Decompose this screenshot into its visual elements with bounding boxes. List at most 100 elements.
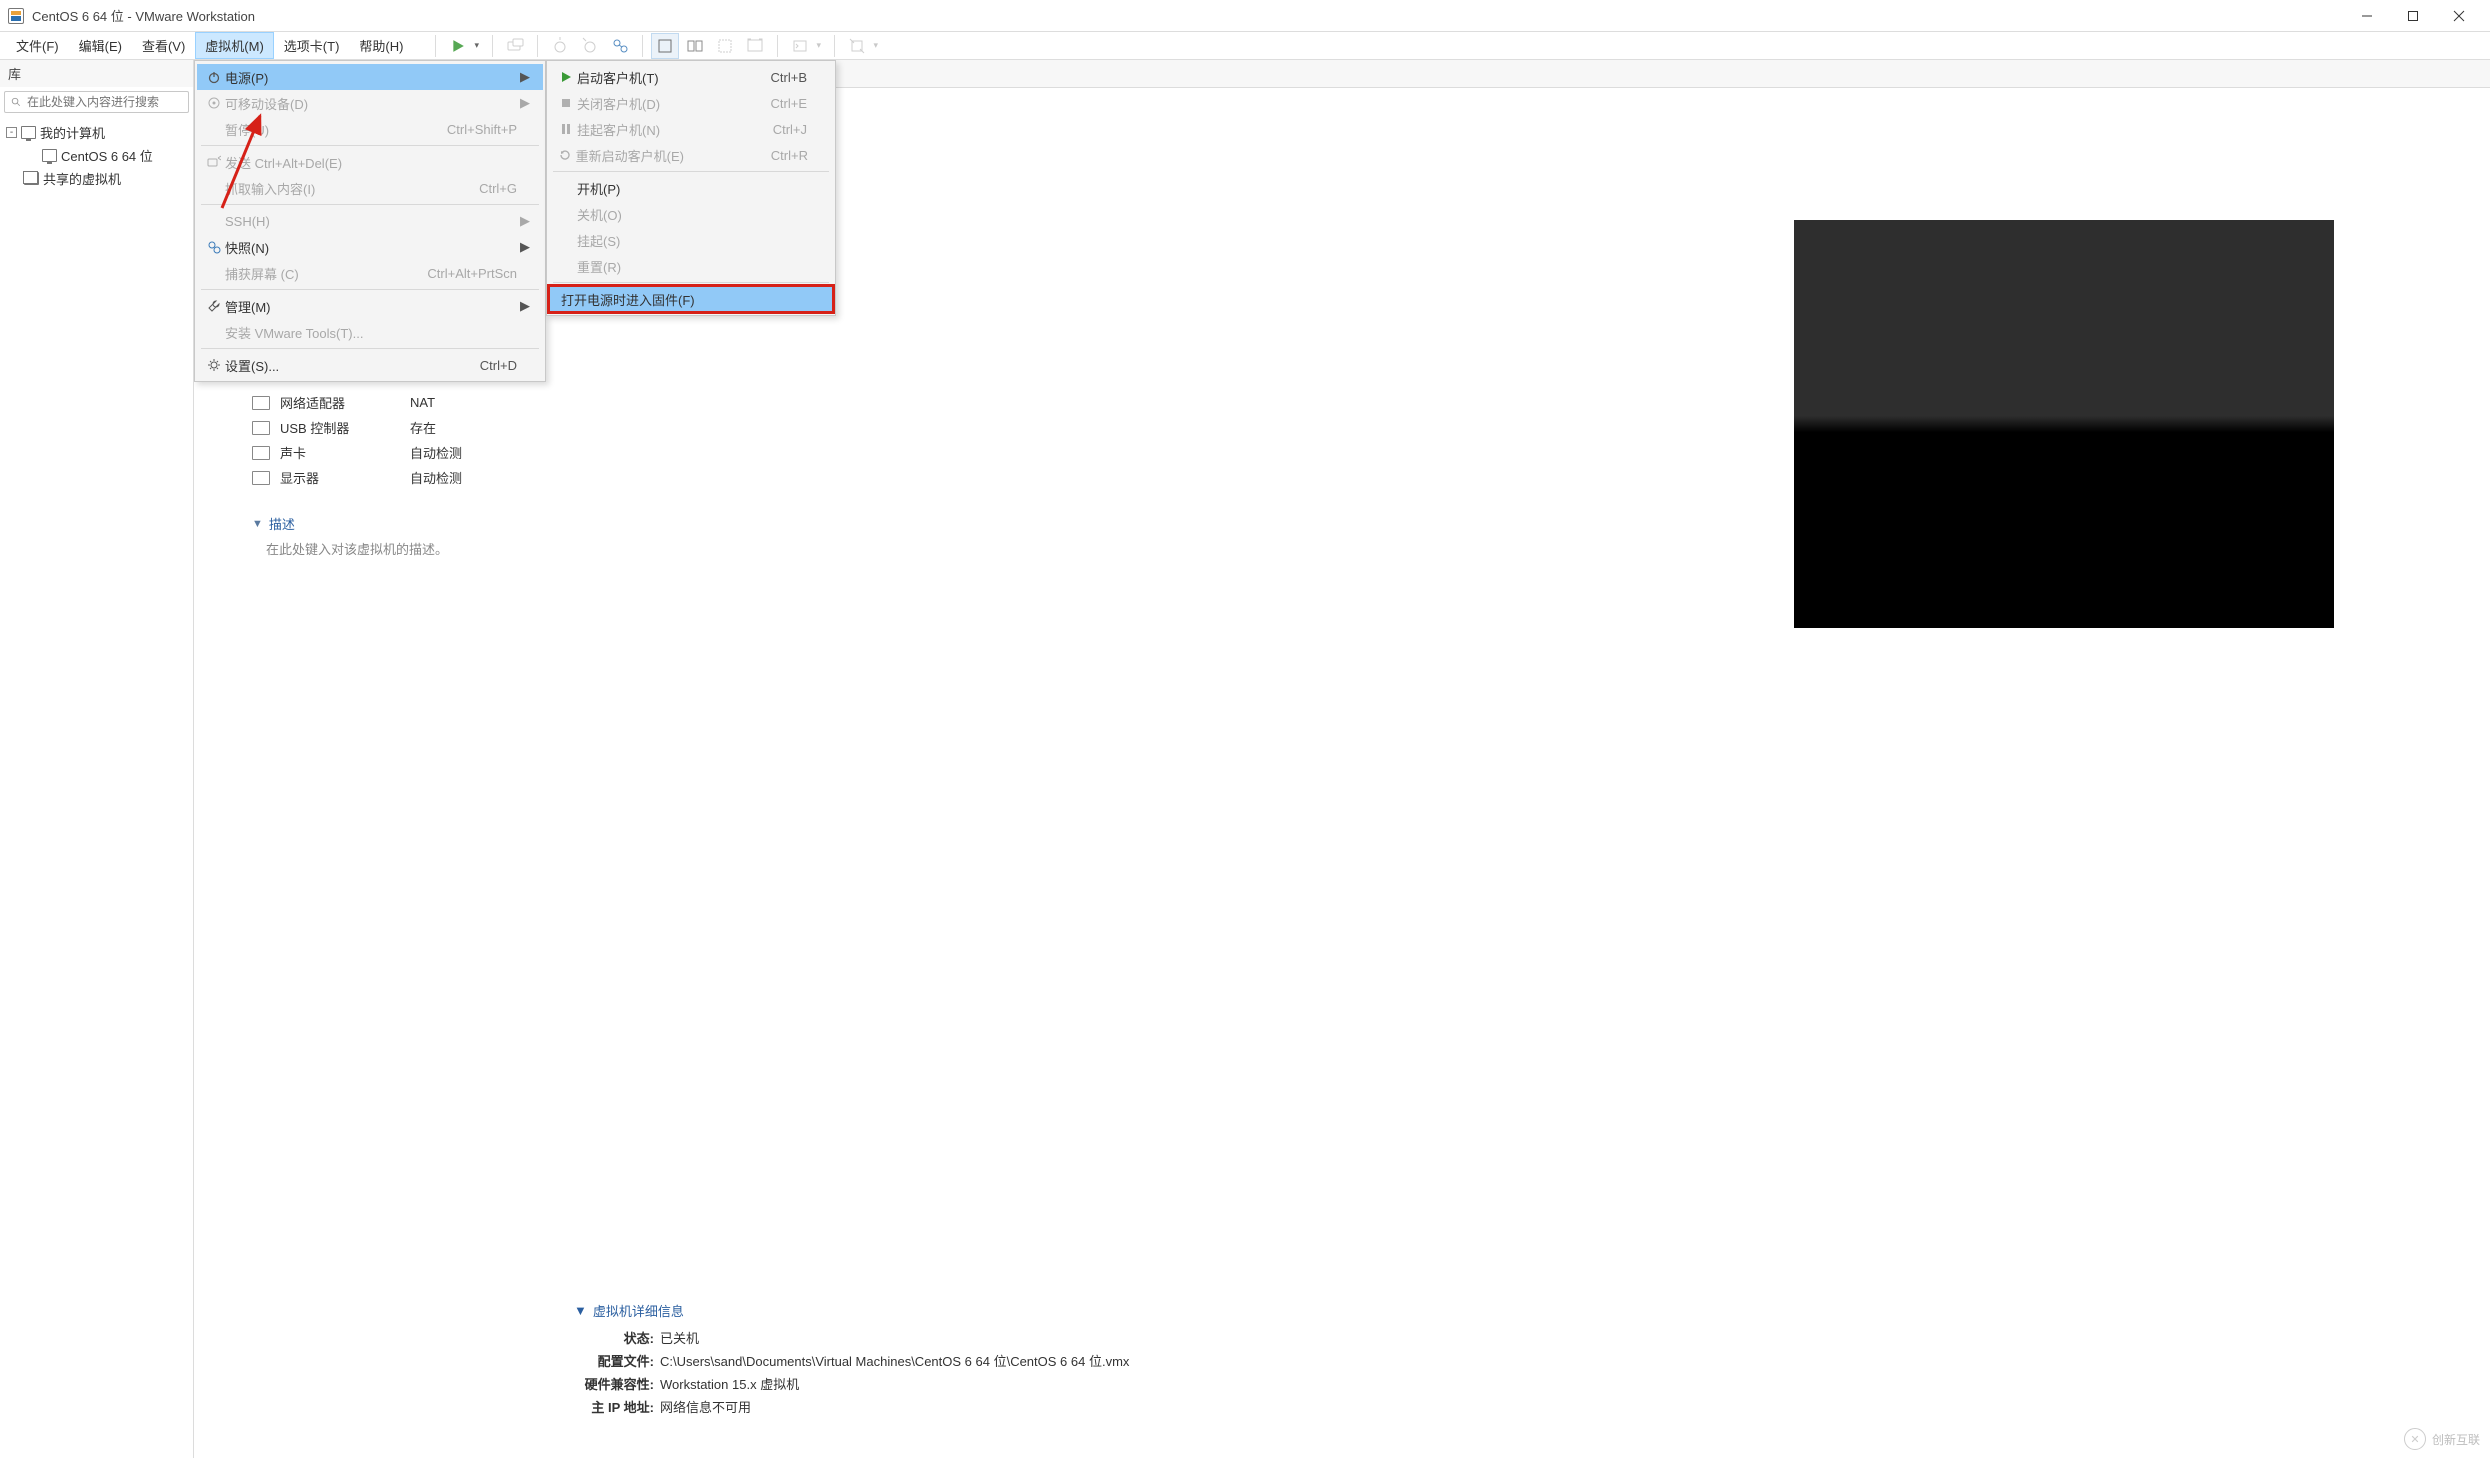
library-search-input[interactable] [27,95,182,109]
menu-item-shortcut: Ctrl+E [707,96,807,111]
vm-menu: 电源(P)▶可移动设备(D)▶暂停(U)Ctrl+Shift+P发送 Ctrl+… [194,60,546,382]
menu-item-shortcut: Ctrl+B [707,70,807,85]
power-icon [203,70,225,84]
vm-detail-row: 配置文件:C:\Users\sand\Documents\Virtual Mac… [574,1349,1294,1372]
fullscreen-button[interactable] [741,33,769,59]
tree-node-vm[interactable]: CentOS 6 64 位 [2,144,191,167]
menu-item: SSH(H)▶ [197,208,543,234]
menu-item[interactable]: 帮助(H) [349,32,413,59]
stretch-button[interactable] [843,33,871,59]
stretch-dropdown[interactable]: ▾ [873,40,883,51]
vm-detail-row: 主 IP 地址:网络信息不可用 [574,1395,1294,1418]
submenu-arrow-icon: ▶ [517,239,533,255]
menu-item-label: 暂停(U) [225,120,417,139]
device-row[interactable]: USB 控制器存在 [252,415,552,440]
wrench-icon [203,299,225,313]
vm-detail-value: 网络信息不可用 [660,1397,751,1416]
play-icon [555,70,577,84]
console-dropdown[interactable]: ▾ [816,40,826,51]
menu-item-label: 可移动设备(D) [225,94,417,113]
menu-item-label: 快照(N) [225,238,417,257]
menu-item-shortcut: Ctrl+G [417,181,517,196]
device-value: 自动检测 [410,443,462,462]
device-icon [203,96,225,110]
menu-item[interactable]: 查看(V) [132,32,195,59]
device-value: 自动检测 [410,468,462,487]
minimize-button[interactable] [2344,0,2390,32]
tree-node-shared[interactable]: 共享的虚拟机 [2,167,191,190]
menu-item[interactable]: 文件(F) [6,32,69,59]
unity-button[interactable] [711,33,739,59]
main-pane: 电源(P)▶可移动设备(D)▶暂停(U)Ctrl+Shift+P发送 Ctrl+… [194,60,2490,1458]
shared-icon [24,172,39,185]
tree-label: 我的计算机 [40,123,105,142]
menu-item-label: 抓取输入内容(I) [225,179,417,198]
device-name: 声卡 [280,443,400,462]
snapshot-revert-button[interactable] [576,33,604,59]
close-button[interactable] [2436,0,2482,32]
snapshot-button[interactable] [546,33,574,59]
library-search[interactable] [4,91,189,113]
tree-node-my-computer[interactable]: - 我的计算机 [2,121,191,144]
device-row[interactable]: 网络适配器NAT [252,390,552,415]
menu-item[interactable]: 虚拟机(M) [195,32,274,59]
collapse-icon[interactable]: - [6,127,17,138]
vm-detail-value: 已关机 [660,1328,699,1347]
device-name: 显示器 [280,468,400,487]
menu-item[interactable]: 编辑(E) [69,32,132,59]
menu-item[interactable]: 选项卡(T) [274,32,350,59]
play-dropdown[interactable]: ▾ [474,40,484,51]
menu-item: 发送 Ctrl+Alt+Del(E) [197,149,543,175]
toolbar: ▾ ▾ ▾ [419,32,883,59]
vm-detail-value: C:\Users\sand\Documents\Virtual Machines… [660,1351,1129,1370]
menu-item: 挂起(S) [549,227,833,253]
menu-item-label: 挂起(S) [577,231,707,250]
menu-item[interactable]: 打开电源时进入固件(F) [549,286,833,312]
menu-item[interactable]: 管理(M)▶ [197,293,543,319]
device-row[interactable]: 声卡自动检测 [252,440,552,465]
library-sidebar: 库 - 我的计算机 CentOS 6 64 位 共享的虚拟机 [0,60,194,1458]
snapshot-manager-button[interactable] [606,33,634,59]
maximize-button[interactable] [2390,0,2436,32]
vm-details: ▼虚拟机详细信息 状态:已关机配置文件:C:\Users\sand\Docume… [574,1301,1294,1418]
menu-item-label: 挂起客户机(N) [577,120,707,139]
computer-icon [21,126,36,139]
menu-item-label: 电源(P) [225,68,417,87]
vm-details-header: 虚拟机详细信息 [593,1301,684,1320]
view-multi-button[interactable] [681,33,709,59]
view-single-button[interactable] [651,33,679,59]
tree-label: CentOS 6 64 位 [61,146,153,165]
send-cad-button[interactable] [501,33,529,59]
menu-item-label: 捕获屏幕 (C) [225,264,417,283]
device-list: 网络适配器NATUSB 控制器存在声卡自动检测显示器自动检测▼描述在此处键入对该… [252,390,552,558]
device-icon [252,471,270,485]
menubar: 文件(F)编辑(E)查看(V)虚拟机(M)选项卡(T)帮助(H) ▾ ▾ ▾ [0,32,2490,60]
power-submenu: 启动客户机(T)Ctrl+B关闭客户机(D)Ctrl+E挂起客户机(N)Ctrl… [546,60,836,316]
disclosure-icon[interactable]: ▼ [252,518,263,530]
menu-item: 挂起客户机(N)Ctrl+J [549,116,833,142]
vm-icon [42,149,57,162]
device-icon [252,421,270,435]
vm-preview [1794,220,2334,628]
disclosure-icon[interactable]: ▼ [574,1303,587,1318]
menu-item[interactable]: 启动客户机(T)Ctrl+B [549,64,833,90]
menu-item: 抓取输入内容(I)Ctrl+G [197,175,543,201]
window-title: CentOS 6 64 位 - VMware Workstation [32,6,255,25]
menu-item: 可移动设备(D)▶ [197,90,543,116]
device-icon [252,396,270,410]
gear-icon [203,358,225,372]
menu-item[interactable]: 电源(P)▶ [197,64,543,90]
play-button[interactable] [444,33,472,59]
watermark: ✕ 创新互联 [2404,1428,2480,1450]
device-icon [252,446,270,460]
send-icon [203,155,225,169]
device-row[interactable]: 显示器自动检测 [252,465,552,490]
console-button[interactable] [786,33,814,59]
menu-item[interactable]: 设置(S)...Ctrl+D [197,352,543,378]
description-placeholder[interactable]: 在此处键入对该虚拟机的描述。 [252,533,552,558]
menu-item: 关机(O) [549,201,833,227]
menu-item-label: 安装 VMware Tools(T)... [225,323,417,342]
watermark-text: 创新互联 [2432,1431,2480,1448]
menu-item[interactable]: 快照(N) ▶ [197,234,543,260]
menu-item[interactable]: 开机(P) [549,175,833,201]
